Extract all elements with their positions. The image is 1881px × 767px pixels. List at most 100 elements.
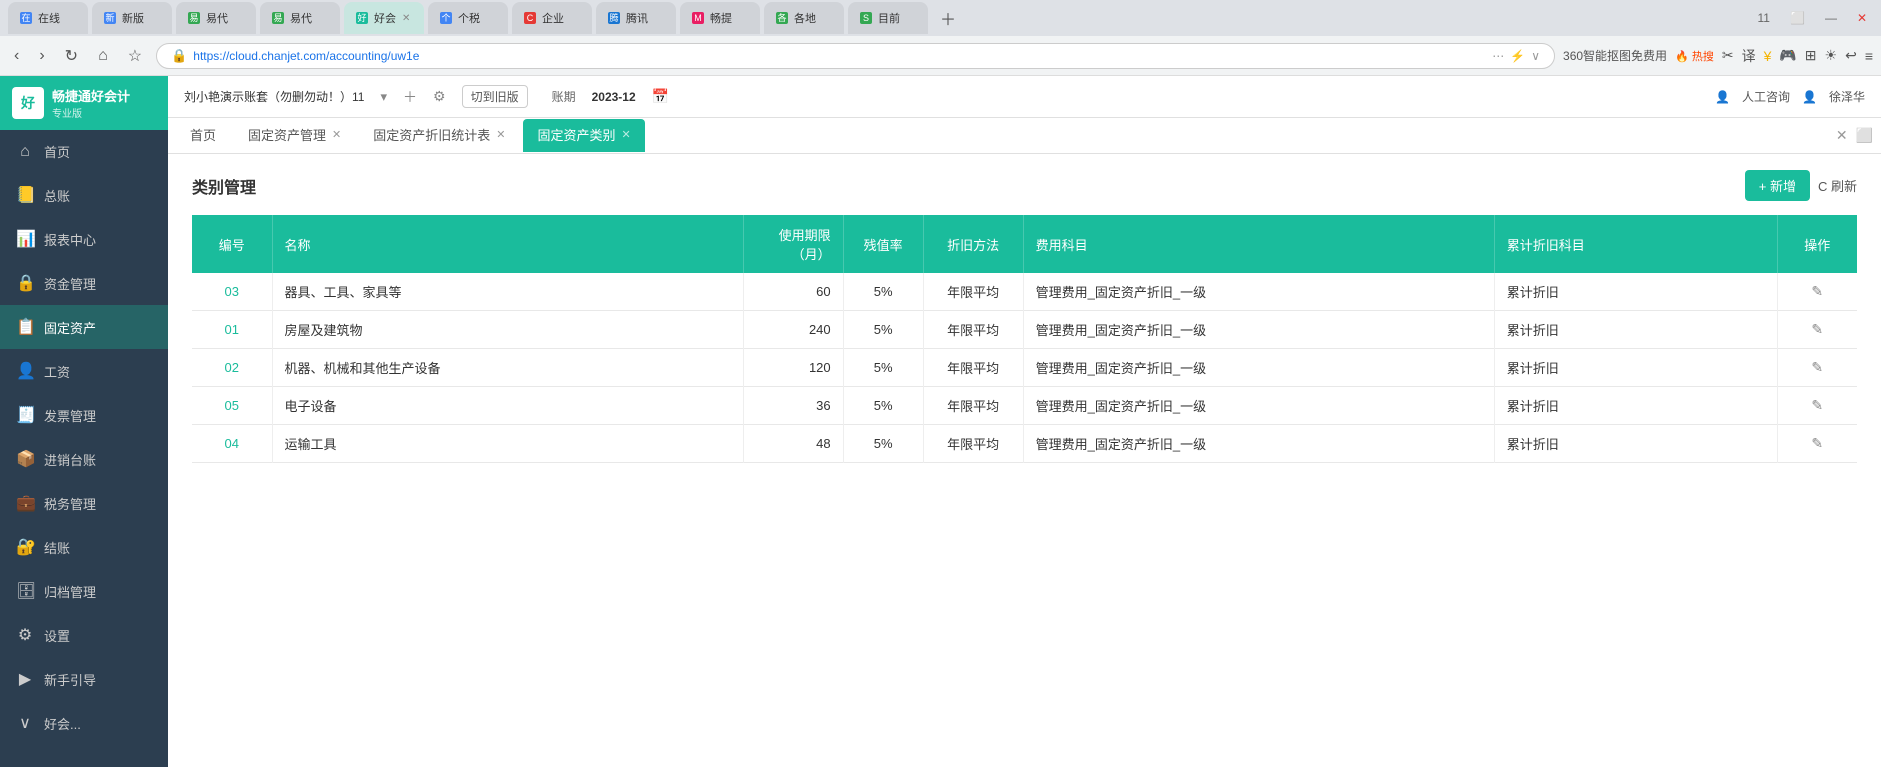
cell-code: 03 bbox=[192, 273, 272, 311]
dropdown-arrow[interactable]: ▾ bbox=[380, 89, 387, 105]
edit-btn[interactable]: ✎ bbox=[1811, 435, 1823, 451]
sidebar-item-tax[interactable]: 💼 税务管理 bbox=[0, 481, 168, 525]
tab-bar-right-controls: ✕ ⬜ bbox=[1836, 127, 1873, 144]
home-button[interactable]: ⌂ bbox=[92, 43, 114, 69]
add-btn[interactable]: + 新增 bbox=[1745, 170, 1810, 201]
switch-version-btn[interactable]: 切到旧版 bbox=[462, 85, 528, 108]
sidebar-label-settings: 设置 bbox=[44, 626, 70, 645]
code-link[interactable]: 01 bbox=[225, 322, 239, 337]
sidebar-label-payroll: 工资 bbox=[44, 362, 70, 381]
translate-icon: 译 bbox=[1742, 46, 1756, 66]
page-tab-assets-mgmt-close[interactable]: ✕ bbox=[332, 128, 341, 141]
scissors-icon: ✂ bbox=[1722, 47, 1734, 64]
sidebar-label-stock: 进销台账 bbox=[44, 450, 96, 469]
address-bar[interactable]: 🔒 https://cloud.chanjet.com/accounting/u… bbox=[156, 43, 1555, 69]
home-icon: ⌂ bbox=[16, 143, 34, 161]
page-tab-category[interactable]: 固定资产类别 ✕ bbox=[523, 119, 644, 152]
sidebar-item-payroll[interactable]: 👤 工资 bbox=[0, 349, 168, 393]
page-tab-home[interactable]: 首页 bbox=[176, 119, 230, 152]
sidebar-label-assets: 固定资产 bbox=[44, 318, 96, 337]
back-button[interactable]: ‹ bbox=[8, 43, 25, 69]
sidebar-logo-line1: 畅捷通好会计 bbox=[52, 86, 130, 105]
page-tab-assets-mgmt[interactable]: 固定资产管理 ✕ bbox=[234, 119, 355, 152]
reload-button[interactable]: ↻ bbox=[59, 42, 84, 70]
sidebar-logo-line2: 专业版 bbox=[52, 105, 130, 120]
sidebar-header: 好 畅捷通好会计 专业版 bbox=[0, 76, 168, 130]
cell-name: 房屋及建筑物 bbox=[272, 311, 743, 349]
support-label[interactable]: 人工咨询 bbox=[1742, 88, 1790, 105]
edit-btn[interactable]: ✎ bbox=[1811, 397, 1823, 413]
sidebar-item-archive[interactable]: 🗄 归档管理 bbox=[0, 569, 168, 613]
refresh-btn[interactable]: C 刷新 bbox=[1818, 170, 1857, 201]
browser-tab-6[interactable]: 个 个税 bbox=[428, 2, 508, 34]
browser-nav-bar: ‹ › ↻ ⌂ ☆ 🔒 https://cloud.chanjet.com/ac… bbox=[0, 36, 1881, 76]
window-restore[interactable]: ⬜ bbox=[1784, 9, 1811, 27]
sidebar-item-more[interactable]: ∨ 好会... bbox=[0, 701, 168, 745]
cell-accum: 累计折旧 bbox=[1494, 387, 1777, 425]
expand-panel-btn[interactable]: ⬜ bbox=[1856, 127, 1873, 144]
page-title: 类别管理 bbox=[192, 174, 256, 198]
table-row: 02 机器、机械和其他生产设备 120 5% 年限平均 管理费用_固定资产折旧_… bbox=[192, 349, 1857, 387]
browser-tab-7[interactable]: C 企业 bbox=[512, 2, 592, 34]
browser-tab-4[interactable]: 易 易代 bbox=[260, 2, 340, 34]
cell-rate: 5% bbox=[843, 349, 923, 387]
reports-icon: 📊 bbox=[16, 229, 34, 249]
code-link[interactable]: 04 bbox=[225, 436, 239, 451]
edit-btn[interactable]: ✎ bbox=[1811, 321, 1823, 337]
browser-tab-10[interactable]: 各 各地 bbox=[764, 2, 844, 34]
calendar-icon[interactable]: 📅 bbox=[652, 88, 669, 105]
support-icon: 👤 bbox=[1715, 90, 1730, 104]
cell-method: 年限平均 bbox=[923, 349, 1023, 387]
code-link[interactable]: 02 bbox=[225, 360, 239, 375]
cell-accum: 累计折旧 bbox=[1494, 349, 1777, 387]
close-panel-btn[interactable]: ✕ bbox=[1836, 127, 1848, 144]
browser-tab-9[interactable]: M 畅提 bbox=[680, 2, 760, 34]
game-icon: 🎮 bbox=[1779, 47, 1796, 64]
window-maximize[interactable]: — bbox=[1819, 9, 1843, 27]
settings-btn[interactable]: ⚙ bbox=[433, 88, 446, 105]
page-tab-depreciation[interactable]: 固定资产折旧统计表 ✕ bbox=[359, 119, 519, 152]
sidebar-item-closing[interactable]: 🔐 结账 bbox=[0, 525, 168, 569]
forward-button[interactable]: › bbox=[33, 43, 50, 69]
browser-tab-8[interactable]: 腾 腾讯 bbox=[596, 2, 676, 34]
code-link[interactable]: 05 bbox=[225, 398, 239, 413]
code-link[interactable]: 03 bbox=[225, 284, 239, 299]
col-header-method: 折旧方法 bbox=[923, 215, 1023, 273]
add-book-btn[interactable]: ＋ bbox=[403, 87, 417, 107]
sidebar-item-stock[interactable]: 📦 进销台账 bbox=[0, 437, 168, 481]
page-tab-category-close[interactable]: ✕ bbox=[622, 128, 631, 141]
cell-code: 01 bbox=[192, 311, 272, 349]
tab-close-5[interactable]: ✕ bbox=[402, 13, 410, 24]
edit-btn[interactable]: ✎ bbox=[1811, 359, 1823, 375]
sidebar-item-invoice[interactable]: 🧾 发票管理 bbox=[0, 393, 168, 437]
sidebar-label-home: 首页 bbox=[44, 142, 70, 161]
page-tab-depreciation-label: 固定资产折旧统计表 bbox=[373, 125, 490, 144]
user-info: 刘小艳演示账套（勿删勿动！）11 bbox=[184, 88, 364, 105]
sidebar-item-ledger[interactable]: 📒 总账 bbox=[0, 173, 168, 217]
nav-right: 360智能抠图免费用 🔥 热搜 ✂ 译 ¥ 🎮 ⊞ ☀ ↩ ≡ bbox=[1563, 46, 1873, 66]
page-tab-home-label: 首页 bbox=[190, 125, 216, 144]
browser-tab-2[interactable]: 新 新版 bbox=[92, 2, 172, 34]
sidebar-label-more: 好会... bbox=[44, 714, 81, 733]
cell-ops: ✎ bbox=[1777, 349, 1857, 387]
sidebar-item-guide[interactable]: ▶ 新手引导 bbox=[0, 657, 168, 701]
sidebar-item-reports[interactable]: 📊 报表中心 bbox=[0, 217, 168, 261]
browser-tab-3[interactable]: 易 易代 bbox=[176, 2, 256, 34]
col-header-code: 编号 bbox=[192, 215, 272, 273]
menu-icon[interactable]: ≡ bbox=[1865, 48, 1873, 64]
page-tab-depreciation-close[interactable]: ✕ bbox=[496, 128, 505, 141]
bookmark-button[interactable]: ☆ bbox=[122, 42, 148, 70]
sidebar-item-assets[interactable]: 📋 固定资产 bbox=[0, 305, 168, 349]
edit-btn[interactable]: ✎ bbox=[1811, 283, 1823, 299]
sidebar-item-settings[interactable]: ⚙ 设置 bbox=[0, 613, 168, 657]
browser-tab-5[interactable]: 好 好会 ✕ bbox=[344, 2, 424, 34]
cell-expense: 管理费用_固定资产折旧_一级 bbox=[1023, 311, 1494, 349]
sidebar-item-home[interactable]: ⌂ 首页 bbox=[0, 130, 168, 173]
window-close[interactable]: ✕ bbox=[1851, 9, 1873, 27]
sidebar-item-funds[interactable]: 🔒 资金管理 bbox=[0, 261, 168, 305]
table-body: 03 器具、工具、家具等 60 5% 年限平均 管理费用_固定资产折旧_一级 累… bbox=[192, 273, 1857, 463]
browser-tab-11[interactable]: S 目前 bbox=[848, 2, 928, 34]
browser-tab-1[interactable]: 在 在线 bbox=[8, 2, 88, 34]
window-minimize[interactable]: 11 bbox=[1752, 9, 1776, 27]
new-tab-btn[interactable]: ＋ bbox=[940, 6, 956, 30]
